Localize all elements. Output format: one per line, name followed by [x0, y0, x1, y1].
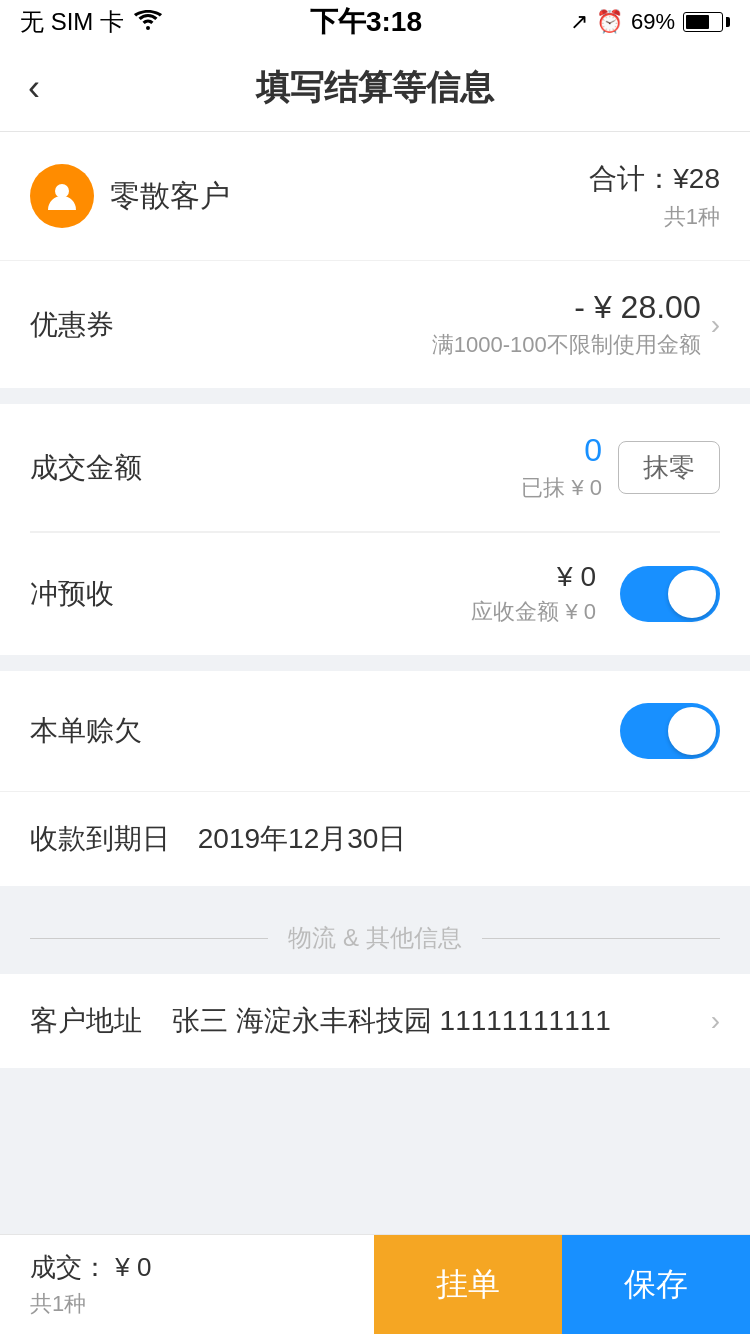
- status-bar-time: 下午3:18: [310, 3, 422, 41]
- debt-label: 本单赊欠: [30, 712, 142, 750]
- prereceive-sub: 应收金额 ¥ 0: [471, 597, 596, 627]
- transaction-amount-sub: 已抹 ¥ 0: [521, 473, 602, 503]
- status-bar: 无 SIM 卡 下午3:18 ↗ ⏰ 69%: [0, 0, 750, 44]
- bottom-count: 共1种: [30, 1289, 344, 1319]
- svg-point-0: [55, 184, 69, 198]
- customer-left: 零散客户: [30, 164, 230, 228]
- amount-section: 成交金额 0 已抹 ¥ 0 抹零 冲预收 ¥ 0 应收金额 ¥ 0: [0, 404, 750, 655]
- debt-row: 本单赊欠: [0, 671, 750, 791]
- debt-toggle-knob: [668, 707, 716, 755]
- bottom-summary: 成交： ¥ 0 共1种: [0, 1250, 374, 1319]
- logistics-divider: 物流 & 其他信息: [0, 902, 750, 974]
- transaction-amount-label: 成交金额: [30, 449, 142, 487]
- customer-right: 合计：¥28 共1种: [589, 160, 720, 232]
- customer-avatar: [30, 164, 94, 228]
- logistics-line-right: [482, 938, 720, 939]
- main-content: 零散客户 合计：¥28 共1种 优惠券 - ¥ 28.00 满1000-100不…: [0, 132, 750, 1204]
- bottom-bar: 成交： ¥ 0 共1种 挂单 保存: [0, 1234, 750, 1334]
- wifi-icon: [134, 8, 162, 36]
- battery-percent: 69%: [631, 9, 675, 35]
- alarm-icon: ⏰: [596, 9, 623, 35]
- coupon-label: 优惠券: [30, 306, 114, 344]
- carrier-label: 无 SIM 卡: [20, 6, 124, 38]
- prereceive-main: ¥ 0: [471, 561, 596, 593]
- coupon-chevron-icon: ›: [711, 309, 720, 341]
- customer-count: 共1种: [589, 202, 720, 232]
- status-bar-left: 无 SIM 卡: [20, 6, 162, 38]
- location-icon: ↗: [570, 9, 588, 35]
- logistics-line-left: [30, 938, 268, 939]
- address-section: 客户地址 张三 海淀永丰科技园 11111111111 ›: [0, 974, 750, 1068]
- prereceive-row: 冲预收 ¥ 0 应收金额 ¥ 0: [30, 532, 720, 655]
- transaction-amount-value: 0: [521, 432, 602, 469]
- logistics-text: 物流 & 其他信息: [268, 922, 481, 954]
- battery-icon: [683, 12, 730, 32]
- toggle-knob: [668, 570, 716, 618]
- coupon-right: - ¥ 28.00 满1000-100不限制使用金额 ›: [432, 289, 720, 360]
- bottom-transaction-value: ¥ 0: [115, 1252, 151, 1282]
- duedate-row: 收款到期日 2019年12月30日: [0, 791, 750, 886]
- address-chevron-icon: ›: [711, 1005, 720, 1037]
- coupon-amount: - ¥ 28.00: [432, 289, 701, 326]
- logistics-section: 物流 & 其他信息: [0, 902, 750, 974]
- address-label: 客户地址: [30, 1002, 142, 1040]
- round-zero-button[interactable]: 抹零: [618, 441, 720, 494]
- debt-section: 本单赊欠 收款到期日 2019年12月30日: [0, 671, 750, 886]
- duedate-value: 2019年12月30日: [198, 823, 407, 854]
- bottom-spacer: [0, 1084, 750, 1204]
- status-bar-right: ↗ ⏰ 69%: [570, 9, 730, 35]
- nav-bar: ‹ 填写结算等信息: [0, 44, 750, 132]
- debt-toggle[interactable]: [620, 703, 720, 759]
- prereceive-label: 冲预收: [30, 575, 114, 613]
- transaction-amount-row: 成交金额 0 已抹 ¥ 0 抹零: [30, 404, 720, 532]
- customer-total: 合计：¥28: [589, 160, 720, 198]
- transaction-amount-right: 0 已抹 ¥ 0 抹零: [521, 432, 720, 503]
- save-button[interactable]: 保存: [562, 1235, 750, 1335]
- coupon-desc: 满1000-100不限制使用金额: [432, 330, 701, 360]
- bottom-transaction: 成交： ¥ 0: [30, 1250, 344, 1285]
- coupon-row[interactable]: 优惠券 - ¥ 28.00 满1000-100不限制使用金额 ›: [0, 260, 750, 388]
- duedate-label: 收款到期日 2019年12月30日: [30, 823, 406, 854]
- customer-section: 零散客户 合计：¥28 共1种 优惠券 - ¥ 28.00 满1000-100不…: [0, 132, 750, 388]
- prereceive-toggle[interactable]: [620, 566, 720, 622]
- address-row[interactable]: 客户地址 张三 海淀永丰科技园 11111111111 ›: [0, 974, 750, 1068]
- page-title: 填写结算等信息: [256, 65, 494, 111]
- customer-row: 零散客户 合计：¥28 共1种: [0, 132, 750, 260]
- prereceive-right: ¥ 0 应收金额 ¥ 0: [471, 561, 720, 627]
- address-value: 张三 海淀永丰科技园 11111111111: [172, 1002, 701, 1040]
- customer-name: 零散客户: [110, 176, 230, 217]
- back-button[interactable]: ‹: [28, 67, 40, 109]
- hang-order-button[interactable]: 挂单: [374, 1235, 562, 1335]
